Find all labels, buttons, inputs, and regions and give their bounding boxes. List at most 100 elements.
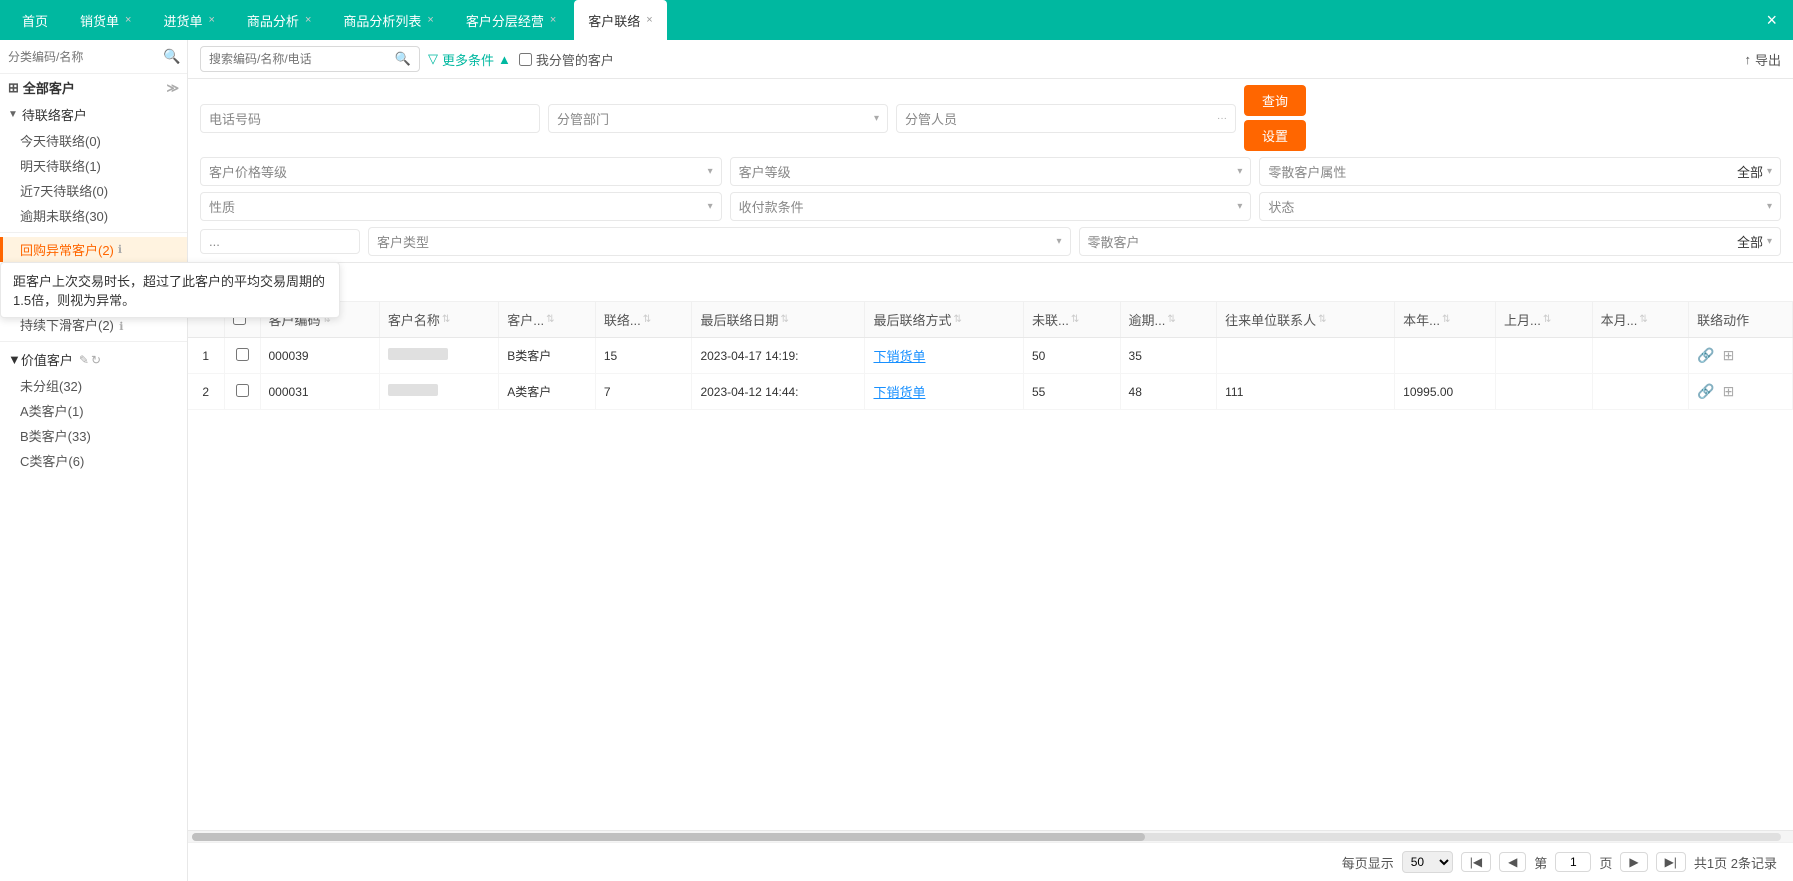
sort-icon[interactable]: ⇅ <box>780 314 788 325</box>
top-navigation: 首页 销货单 × 进货单 × 商品分析 × 商品分析列表 × 客户分层经营 × … <box>0 0 1793 40</box>
grid-action-icon[interactable]: ⊞ <box>1723 383 1735 400</box>
sort-icon[interactable]: ⇅ <box>1167 314 1175 325</box>
row-select-checkbox[interactable] <box>236 384 249 397</box>
sidebar-item-today[interactable]: 今天待联络(0) <box>0 128 187 153</box>
price-level-filter[interactable]: 客户价格等级 ▾ <box>200 157 722 186</box>
table-header: 客户编码 ⇅ 客户名称 ⇅ 客户... <box>188 302 1793 338</box>
close-icon[interactable]: × <box>208 14 214 26</box>
tooltip-box: 距客户上次交易时长，超过了此客户的平均交易周期的1.5倍，则视为异常。 <box>0 262 340 318</box>
table-row: 1 000039 B类客户 15 2023-04-17 14:19: 下销货单 <box>188 338 1793 374</box>
content-area: 🔍 ▽ 更多条件 ▲ 我分管的客户 ↑ 导出 电话号码 <box>188 40 1793 881</box>
next-page-button[interactable]: ▶ <box>1620 852 1647 872</box>
query-button[interactable]: 查询 <box>1244 85 1306 116</box>
sort-icon[interactable]: ⇅ <box>1318 314 1326 325</box>
tab-home[interactable]: 首页 <box>8 0 62 40</box>
page-size-select[interactable]: 50 100 200 <box>1402 851 1453 873</box>
retail-customer-filter[interactable]: 零散客户 全部 ▾ <box>1079 227 1782 256</box>
filter-row-4: ... 客户类型 ▾ 零散客户 全部 ▾ <box>200 227 1781 256</box>
sidebar-group-pending[interactable]: ▼ 待联络客户 <box>0 101 187 128</box>
chevron-up-icon: ▲ <box>498 52 511 67</box>
action-icons: 🔗 ⊞ <box>1697 383 1784 400</box>
last-contact-date: 2023-04-17 14:19: <box>692 338 865 374</box>
first-page-button[interactable]: |◀ <box>1461 852 1491 872</box>
category-search-input[interactable] <box>8 50 163 64</box>
gender-filter[interactable]: 性质 ▾ <box>200 192 722 221</box>
sidebar-item-repeat-purchase[interactable]: 回购异常客户(2) ℹ <box>0 237 187 262</box>
last-page-button[interactable]: ▶| <box>1656 852 1686 872</box>
link-icon[interactable]: 🔗 <box>1697 383 1714 400</box>
search-icon[interactable]: 🔍 <box>163 48 180 65</box>
prev-page-button[interactable]: ◀ <box>1499 852 1526 872</box>
filter-icon: ▽ <box>428 51 438 67</box>
close-icon[interactable]: × <box>125 14 131 26</box>
phone-filter[interactable]: 电话号码 <box>200 104 540 133</box>
horizontal-scrollbar[interactable] <box>188 830 1793 842</box>
export-button[interactable]: ↑ 导出 <box>1744 50 1781 69</box>
table-area[interactable]: 客户编码 ⇅ 客户名称 ⇅ 客户... <box>188 302 1793 830</box>
sort-icon[interactable]: ⇅ <box>442 314 450 325</box>
close-icon[interactable]: × <box>550 14 556 26</box>
table-toolbar: ⚙ <box>188 263 1793 302</box>
sort-icon[interactable]: ⇅ <box>546 314 554 325</box>
customer-type-filter[interactable]: 客户类型 ▾ <box>368 227 1071 256</box>
info-icon: ℹ <box>119 321 123 333</box>
close-icon[interactable]: × <box>305 14 311 26</box>
payment-filter[interactable]: 收付款条件 ▾ <box>730 192 1252 221</box>
row-checkbox[interactable] <box>224 374 260 410</box>
unpaid-count: 55 <box>1023 374 1120 410</box>
dept-filter[interactable]: 分管部门 ▾ <box>548 104 888 133</box>
sidebar-item-a-class[interactable]: A类客户(1) <box>0 398 187 423</box>
row-select-checkbox[interactable] <box>236 348 249 361</box>
grid-action-icon[interactable]: ⊞ <box>1723 347 1735 364</box>
sort-icon[interactable]: ⇅ <box>1442 314 1450 325</box>
sidebar-all-customers[interactable]: ⊞ 全部客户 ≫ <box>0 74 187 101</box>
sort-icon[interactable]: ⇅ <box>643 314 651 325</box>
tab-product-analysis[interactable]: 商品分析 × <box>233 0 325 40</box>
action-icons: 🔗 ⊞ <box>1697 347 1784 364</box>
sidebar-item-overdue[interactable]: 逾期未联络(30) <box>0 203 187 228</box>
close-icon[interactable]: × <box>427 14 433 26</box>
sort-icon[interactable]: ⇅ <box>1543 314 1551 325</box>
more-conditions-button[interactable]: ▽ 更多条件 ▲ <box>428 50 511 69</box>
settings-button[interactable]: 设置 <box>1244 120 1306 151</box>
tab-customer-contact[interactable]: 客户联络 × <box>574 0 666 40</box>
last-contact-method[interactable]: 下销货单 <box>865 374 1023 410</box>
sidebar-group-value[interactable]: ▼ 价值客户 ✎ ↻ <box>0 346 187 373</box>
page-number-input[interactable] <box>1555 852 1591 872</box>
sidebar-item-b-class[interactable]: B类客户(33) <box>0 423 187 448</box>
sidebar-item-c-class[interactable]: C类客户(6) <box>0 448 187 473</box>
staff-filter[interactable]: 分管人员 ··· <box>896 104 1236 133</box>
customer-level-filter[interactable]: 客户等级 ▾ <box>730 157 1252 186</box>
contact-person <box>1217 338 1395 374</box>
tab-sales-order[interactable]: 销货单 × <box>66 0 145 40</box>
link-icon[interactable]: 🔗 <box>1697 347 1714 364</box>
overdue-count: 48 <box>1120 374 1217 410</box>
tab-customer-segmentation[interactable]: 客户分层经营 × <box>452 0 570 40</box>
more-dots-filter[interactable]: ... <box>200 229 360 254</box>
row-checkbox[interactable] <box>224 338 260 374</box>
sidebar-item-tomorrow[interactable]: 明天待联络(1) <box>0 153 187 178</box>
sidebar-search-box[interactable]: 🔍 <box>0 40 187 74</box>
window-close-button[interactable]: × <box>1758 10 1785 31</box>
my-customers-check-input[interactable] <box>519 53 532 66</box>
sort-icon[interactable]: ⇅ <box>954 314 962 325</box>
close-icon[interactable]: × <box>646 14 652 26</box>
info-icon: ℹ <box>118 243 122 256</box>
sort-icon[interactable]: ⇅ <box>1639 314 1647 325</box>
search-icon[interactable]: 🔍 <box>395 51 411 67</box>
edit-icon[interactable]: ✎ <box>79 353 89 367</box>
th-action: 联络动作 <box>1689 302 1793 338</box>
retail-attr-filter[interactable]: 零散客户属性 全部 ▾ <box>1259 157 1781 186</box>
sidebar-item-7days[interactable]: 近7天待联络(0) <box>0 178 187 203</box>
status-filter[interactable]: 状态 ▾ <box>1259 192 1781 221</box>
main-search-input[interactable] <box>209 52 395 66</box>
tab-purchase-order[interactable]: 进货单 × <box>149 0 228 40</box>
sidebar-item-ungrouped[interactable]: 未分组(32) <box>0 373 187 398</box>
collapse-icon[interactable]: ≫ <box>166 81 179 95</box>
search-box[interactable]: 🔍 <box>200 46 420 72</box>
my-customers-checkbox[interactable]: 我分管的客户 <box>519 50 614 69</box>
last-contact-method[interactable]: 下销货单 <box>865 338 1023 374</box>
refresh-icon[interactable]: ↻ <box>91 353 101 367</box>
tab-product-analysis-list[interactable]: 商品分析列表 × <box>329 0 447 40</box>
sort-icon[interactable]: ⇅ <box>1071 314 1079 325</box>
